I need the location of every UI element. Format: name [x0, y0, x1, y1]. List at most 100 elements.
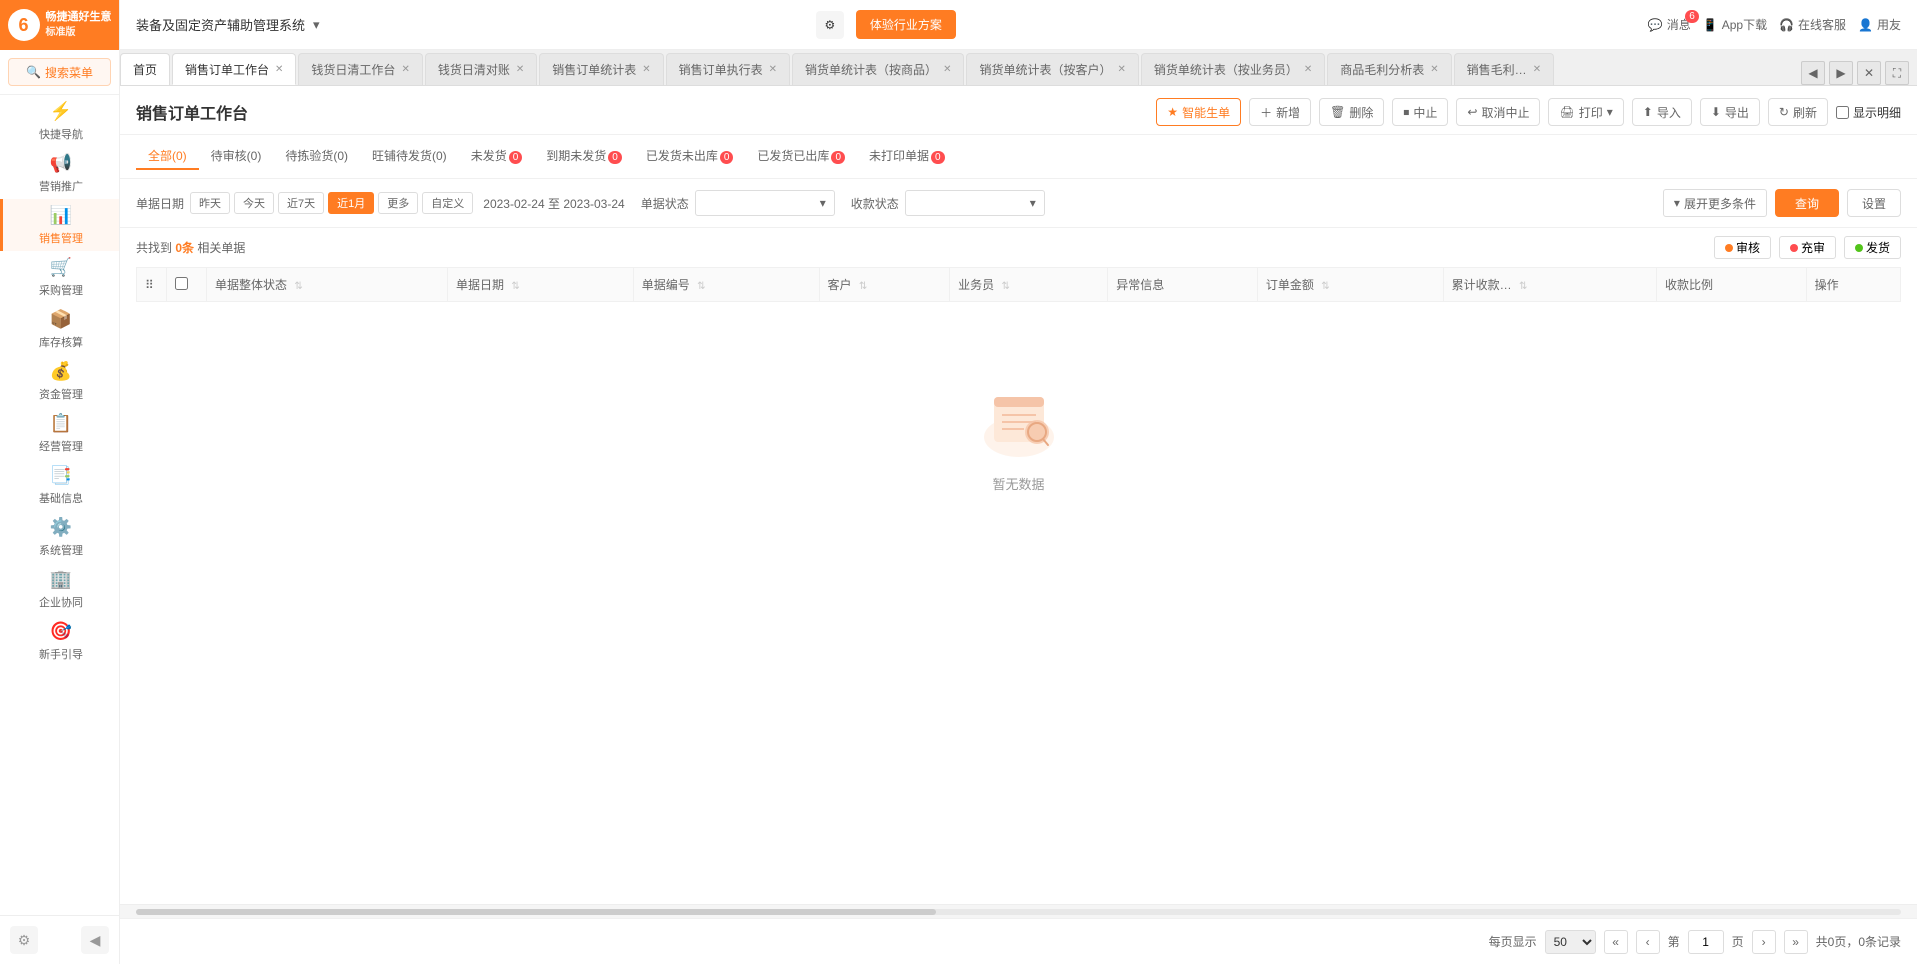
- cancel-stop-button[interactable]: ↩ 取消中止: [1456, 98, 1540, 126]
- payment-select[interactable]: ▾: [905, 190, 1045, 216]
- filter-tab-unprinted[interactable]: 未打印单据0: [857, 143, 957, 170]
- horizontal-scrollbar[interactable]: [120, 904, 1917, 918]
- sidebar-item-purchase[interactable]: 🛒 采购管理: [0, 251, 119, 303]
- expand-filters-button[interactable]: ▾ 展开更多条件: [1663, 189, 1767, 217]
- filter-tab-wangpu[interactable]: 旺铺待发货(0): [360, 143, 459, 170]
- sidebar-item-quick-nav[interactable]: ⚡ 快捷导航: [0, 95, 119, 147]
- date-btn-7days[interactable]: 近7天: [278, 192, 324, 214]
- last-page-button[interactable]: »: [1784, 930, 1808, 954]
- scroll-thumb[interactable]: [136, 909, 936, 915]
- tab-sales-workbench[interactable]: 销售订单工作台 ✕: [172, 53, 296, 85]
- date-btn-more[interactable]: 更多: [378, 192, 418, 214]
- add-button[interactable]: ＋ 新增: [1249, 98, 1311, 126]
- tab-staff-stats[interactable]: 销货单统计表（按业务员） ✕: [1141, 53, 1325, 85]
- tab-close-goods-stats[interactable]: ✕: [943, 64, 951, 75]
- sidebar-item-base-info[interactable]: 📑 基础信息: [0, 459, 119, 511]
- tab-close-cash-daily[interactable]: ✕: [401, 64, 409, 75]
- collapse-button[interactable]: ◀: [81, 926, 109, 954]
- th-received[interactable]: 累计收款… ⇅: [1443, 268, 1656, 302]
- tab-cash-daily[interactable]: 钱货日清工作台 ✕: [298, 53, 422, 85]
- th-status[interactable]: 单据整体状态 ⇅: [207, 268, 448, 302]
- settings-config-button[interactable]: ⚙: [816, 11, 844, 39]
- date-btn-yesterday[interactable]: 昨天: [190, 192, 230, 214]
- tab-nav-next[interactable]: ▶: [1829, 61, 1853, 85]
- tab-close-cash-reconcile[interactable]: ✕: [516, 64, 524, 75]
- filter-tab-pending-review[interactable]: 待审核(0): [199, 143, 274, 170]
- th-staff[interactable]: 业务员 ⇅: [950, 268, 1108, 302]
- sidebar-item-enterprise[interactable]: 🏢 企业协同: [0, 563, 119, 615]
- message-button[interactable]: 💬 消息 6: [1648, 16, 1691, 33]
- sidebar-item-guide[interactable]: 🎯 新手引导: [0, 615, 119, 667]
- import-button[interactable]: ⬆ 导入: [1632, 98, 1692, 126]
- th-amount[interactable]: 订单金额 ⇅: [1257, 268, 1443, 302]
- delete-button[interactable]: 🗑 删除: [1319, 98, 1384, 126]
- tab-nav-prev[interactable]: ◀: [1801, 61, 1825, 85]
- topbar-dropdown-icon[interactable]: ▾: [313, 17, 320, 33]
- current-page-input[interactable]: [1688, 930, 1724, 954]
- tab-close-all[interactable]: ✕: [1857, 61, 1881, 85]
- settings-button[interactable]: ⚙: [10, 926, 38, 954]
- batch-review-button[interactable]: 审核: [1714, 236, 1771, 259]
- sidebar-item-inventory[interactable]: 📦 库存核算: [0, 303, 119, 355]
- tab-home[interactable]: 首页: [120, 53, 170, 85]
- sidebar-item-marketing[interactable]: 📢 营销推广: [0, 147, 119, 199]
- status-select[interactable]: ▾: [695, 190, 835, 216]
- stop-button[interactable]: ⏹ 中止: [1392, 98, 1448, 126]
- th-number[interactable]: 单据编号 ⇅: [633, 268, 819, 302]
- tab-cash-reconcile[interactable]: 钱货日清对账 ✕: [425, 53, 537, 85]
- refresh-button[interactable]: ↻ 刷新: [1768, 98, 1828, 126]
- app-download-button[interactable]: 📱 App下载: [1703, 16, 1767, 33]
- sidebar-item-sales[interactable]: 📊 销售管理: [0, 199, 119, 251]
- export-button[interactable]: ⬇ 导出: [1700, 98, 1760, 126]
- first-page-button[interactable]: «: [1604, 930, 1628, 954]
- tab-close-margin-analysis[interactable]: ✕: [1430, 64, 1438, 75]
- query-button[interactable]: 查询: [1775, 189, 1839, 217]
- filter-tab-unshipped[interactable]: 未发货0: [459, 143, 535, 170]
- user-menu-button[interactable]: 👤 用友: [1858, 16, 1901, 33]
- tab-fullscreen[interactable]: ⛶: [1885, 61, 1909, 85]
- select-all-checkbox[interactable]: [175, 277, 188, 290]
- prev-page-button[interactable]: ‹: [1636, 930, 1660, 954]
- online-service-button[interactable]: 🎧 在线客服: [1779, 16, 1846, 33]
- date-btn-today[interactable]: 今天: [234, 192, 274, 214]
- date-btn-custom[interactable]: 自定义: [422, 192, 473, 214]
- filter-tab-pending-pick[interactable]: 待拣验货(0): [273, 143, 360, 170]
- print-button[interactable]: 🖨 打印 ▾: [1548, 98, 1623, 126]
- sidebar-item-system[interactable]: ⚙️ 系统管理: [0, 511, 119, 563]
- industry-solution-button[interactable]: 体验行业方案: [856, 10, 956, 39]
- filter-tab-shipped-out[interactable]: 已发货已出库0: [745, 143, 857, 170]
- tab-sales-margin[interactable]: 销售毛利… ✕: [1454, 53, 1554, 85]
- show-detail-checkbox[interactable]: 显示明细: [1836, 104, 1901, 121]
- sidebar-item-operations[interactable]: 📋 经营管理: [0, 407, 119, 459]
- search-menu-button[interactable]: 🔍 搜索菜单: [8, 58, 111, 86]
- tab-close-sales-margin[interactable]: ✕: [1533, 64, 1541, 75]
- print-dropdown-icon[interactable]: ▾: [1607, 105, 1613, 119]
- sidebar-item-finance[interactable]: 💰 资金管理: [0, 355, 119, 407]
- th-customer[interactable]: 客户 ⇅: [819, 268, 950, 302]
- tab-close-customer-stats[interactable]: ✕: [1117, 64, 1125, 75]
- tab-close-sales-stats[interactable]: ✕: [642, 64, 650, 75]
- th-date[interactable]: 单据日期 ⇅: [447, 268, 633, 302]
- batch-ship-button[interactable]: 发货: [1844, 236, 1901, 259]
- filter-tab-all[interactable]: 全部(0): [136, 143, 199, 170]
- show-detail-input[interactable]: [1836, 106, 1849, 119]
- tab-close-sales-workbench[interactable]: ✕: [275, 64, 283, 75]
- filter-tab-expired-ship[interactable]: 到期未发货0: [534, 143, 634, 170]
- next-page-button[interactable]: ›: [1752, 930, 1776, 954]
- tab-margin-analysis[interactable]: 商品毛利分析表 ✕: [1327, 53, 1451, 85]
- filter-setting-button[interactable]: 设置: [1847, 189, 1901, 217]
- smart-create-button[interactable]: ★ 智能生单: [1156, 98, 1241, 126]
- tab-sales-exec[interactable]: 销售订单执行表 ✕: [666, 53, 790, 85]
- date-btn-1month[interactable]: 近1月: [328, 192, 374, 214]
- filter-area: 单据日期 昨天 今天 近7天 近1月 更多 自定义 2023-02-24 至 2…: [120, 179, 1917, 228]
- filter-tab-shipped-not-out[interactable]: 已发货未出库0: [634, 143, 746, 170]
- page-size-select[interactable]: 50 20 100: [1545, 930, 1596, 954]
- tab-goods-stats[interactable]: 销货单统计表（按商品） ✕: [792, 53, 964, 85]
- tab-sales-stats[interactable]: 销售订单统计表 ✕: [539, 53, 663, 85]
- scroll-track[interactable]: [136, 909, 1901, 915]
- export-icon: ⬇: [1711, 105, 1721, 119]
- tab-close-staff-stats[interactable]: ✕: [1304, 64, 1312, 75]
- tab-customer-stats[interactable]: 销货单统计表（按客户） ✕: [966, 53, 1138, 85]
- tab-close-sales-exec[interactable]: ✕: [769, 64, 777, 75]
- batch-cancel-review-button[interactable]: 充审: [1779, 236, 1836, 259]
